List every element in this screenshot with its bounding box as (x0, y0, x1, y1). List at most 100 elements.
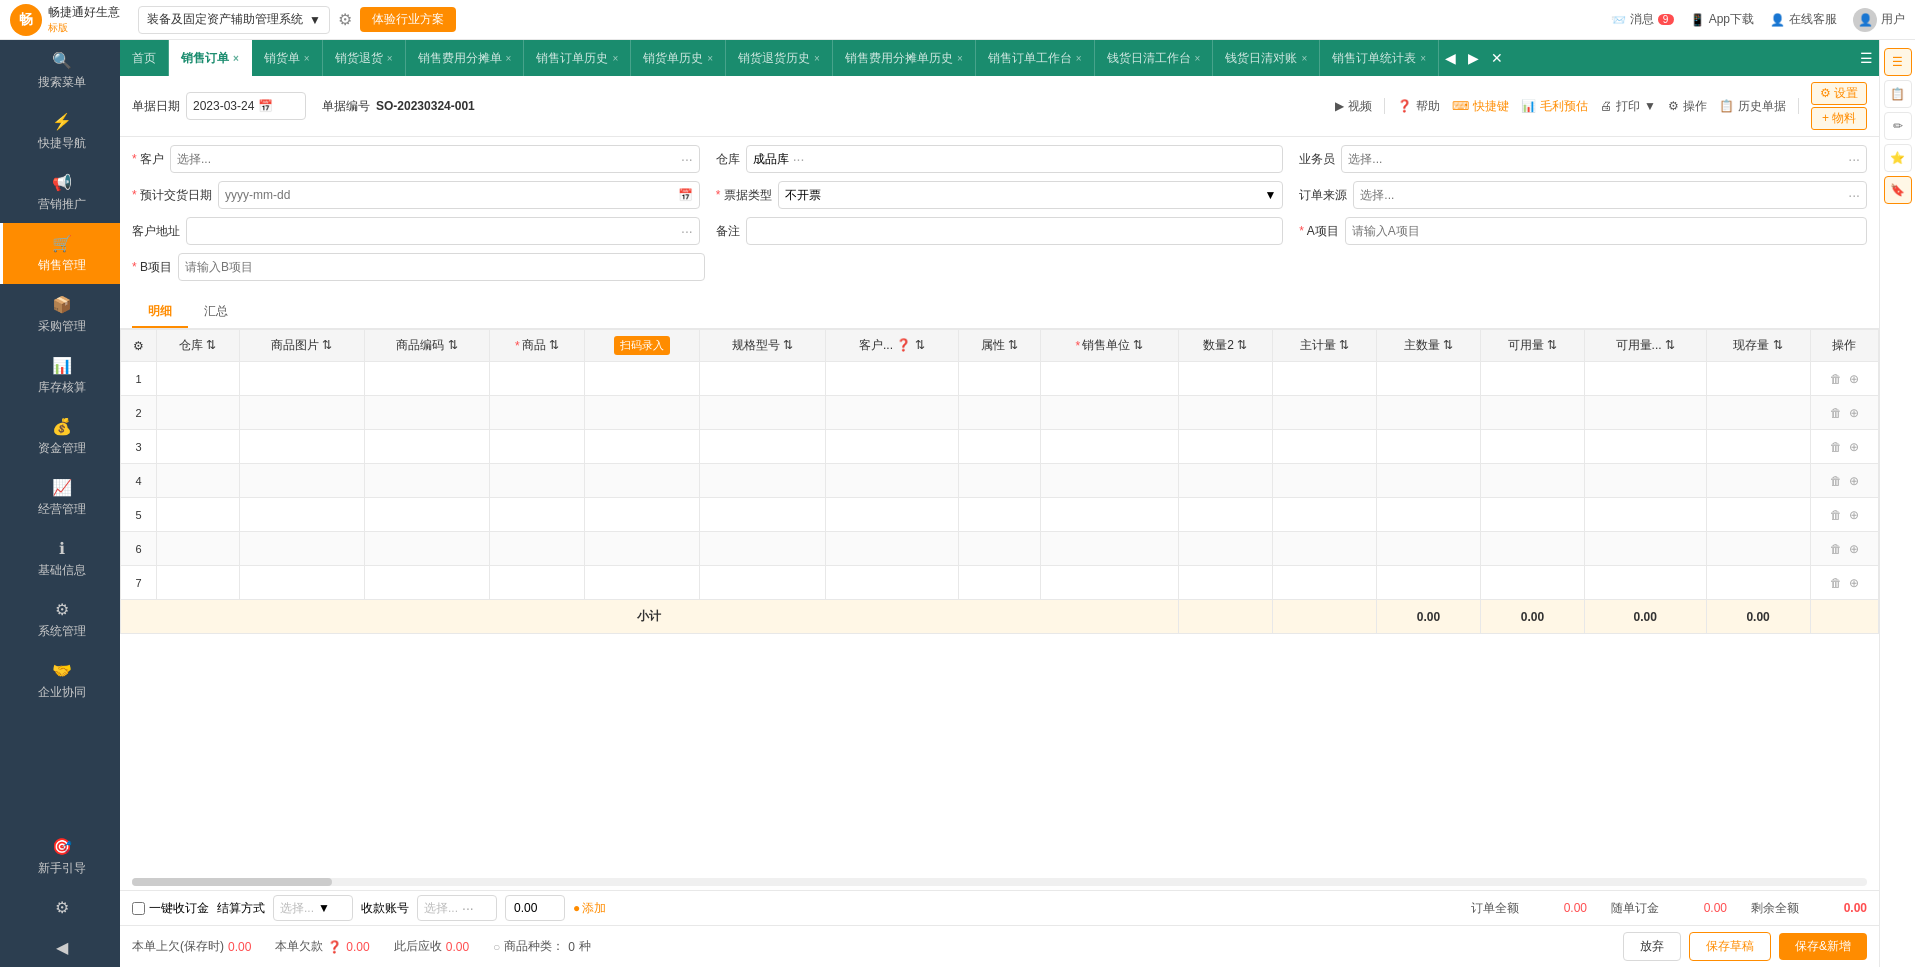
salesperson-input-wrapper[interactable]: ··· (1341, 145, 1867, 173)
table-cell[interactable] (1376, 532, 1480, 566)
close-tab-sales-slip-history[interactable]: × (707, 53, 713, 64)
close-tab-daily-workbench[interactable]: × (1195, 53, 1201, 64)
close-tab-sales-order[interactable]: × (233, 53, 239, 64)
receipt-account-more-icon[interactable]: ··· (462, 900, 474, 916)
table-cell[interactable] (700, 498, 825, 532)
tab-summary[interactable]: 汇总 (188, 297, 244, 328)
table-cell[interactable] (1376, 566, 1480, 600)
table-cell[interactable] (239, 362, 364, 396)
sidebar-item-nav[interactable]: ⚡ 快捷导航 (0, 101, 120, 162)
tab-menu-btn[interactable]: ☰ (1854, 40, 1879, 76)
address-input[interactable] (193, 224, 677, 238)
table-cell[interactable] (239, 430, 364, 464)
row-delete-icon[interactable]: 🗑 (1830, 576, 1842, 590)
table-cell[interactable] (1480, 498, 1584, 532)
table-cell[interactable] (700, 396, 825, 430)
table-cell[interactable] (1376, 498, 1480, 532)
table-cell[interactable] (1041, 430, 1178, 464)
table-cell[interactable] (1706, 464, 1810, 498)
row-copy-icon[interactable]: ⊕ (1849, 508, 1859, 522)
th-product-sort[interactable]: *商品 ⇅ (515, 337, 559, 354)
close-tab-fee-history[interactable]: × (957, 53, 963, 64)
table-cell[interactable] (958, 532, 1041, 566)
table-cell[interactable] (700, 430, 825, 464)
table-cell[interactable] (364, 464, 489, 498)
row-delete-icon[interactable]: 🗑 (1830, 440, 1842, 454)
one-click-checkbox-wrapper[interactable]: 一键收订金 (132, 900, 209, 917)
tab-stats[interactable]: 销售订单统计表 × (1320, 40, 1439, 76)
table-cell[interactable] (364, 430, 489, 464)
sidebar-item-sales[interactable]: 🛒 销售管理 (0, 223, 120, 284)
warehouse-input-wrapper[interactable]: 成品库 ··· (746, 145, 1284, 173)
table-cell[interactable] (1376, 396, 1480, 430)
b-project-input-wrapper[interactable] (178, 253, 705, 281)
order-source-more-icon[interactable]: ··· (1848, 187, 1860, 203)
settings-btn[interactable]: ⚙ 设置 (1811, 82, 1867, 105)
close-tab-stats[interactable]: × (1420, 53, 1426, 64)
th-product-code-sort[interactable]: 商品编码 ⇅ (396, 337, 457, 354)
settlement-select[interactable]: 选择... ▼ (273, 895, 353, 921)
sidebar-item-system[interactable]: ⚙ 系统管理 (0, 589, 120, 650)
tab-prev-btn[interactable]: ◀ (1439, 40, 1462, 76)
close-tab-reconcile[interactable]: × (1301, 53, 1307, 64)
scan-btn[interactable]: 扫码录入 (614, 336, 670, 355)
sidebar-item-collab[interactable]: 🤝 企业协同 (0, 650, 120, 711)
tab-return-history[interactable]: 销货退货历史 × (726, 40, 833, 76)
table-cell[interactable] (1584, 532, 1706, 566)
history-btn[interactable]: 📋 历史单据 (1719, 98, 1786, 115)
table-cell[interactable] (700, 464, 825, 498)
right-panel-btn-5[interactable]: 🔖 (1884, 176, 1912, 204)
order-source-input-wrapper[interactable]: ··· (1353, 181, 1867, 209)
table-cell[interactable] (1178, 430, 1272, 464)
table-cell[interactable] (584, 396, 700, 430)
table-cell[interactable] (584, 430, 700, 464)
notes-input-wrapper[interactable] (746, 217, 1284, 245)
table-cell[interactable] (364, 362, 489, 396)
a-project-input-wrapper[interactable] (1345, 217, 1867, 245)
warehouse-more-icon[interactable]: ··· (793, 151, 805, 167)
sidebar-item-finance[interactable]: 💰 资金管理 (0, 406, 120, 467)
table-cell[interactable] (1584, 464, 1706, 498)
table-cell[interactable] (1273, 396, 1377, 430)
table-cell[interactable] (825, 362, 958, 396)
sidebar-item-inventory[interactable]: 📊 库存核算 (0, 345, 120, 406)
expected-date-input-wrapper[interactable]: 📅 (218, 181, 700, 209)
table-cell[interactable] (1273, 464, 1377, 498)
table-cell[interactable] (1584, 362, 1706, 396)
close-tab-sales-order-history[interactable]: × (612, 53, 618, 64)
row-copy-icon[interactable]: ⊕ (1849, 406, 1859, 420)
table-cell[interactable] (1706, 566, 1810, 600)
table-cell[interactable] (958, 498, 1041, 532)
close-tab-sales-fee[interactable]: × (506, 53, 512, 64)
tab-sales-slip-history[interactable]: 销货单历史 × (631, 40, 726, 76)
save-draft-btn[interactable]: 保存草稿 (1689, 932, 1771, 961)
table-cell[interactable] (364, 532, 489, 566)
row-copy-icon[interactable]: ⊕ (1849, 576, 1859, 590)
row-delete-icon[interactable]: 🗑 (1830, 474, 1842, 488)
table-cell[interactable] (1480, 362, 1584, 396)
scrollbar-thumb[interactable] (132, 878, 332, 886)
sidebar-item-basic-info[interactable]: ℹ 基础信息 (0, 528, 120, 589)
customer-more-icon[interactable]: ··· (681, 151, 693, 167)
table-cell[interactable] (1178, 396, 1272, 430)
table-cell[interactable] (825, 532, 958, 566)
sidebar-item-search[interactable]: 🔍 搜索菜单 (0, 40, 120, 101)
expected-date-input[interactable] (225, 188, 674, 202)
table-cell[interactable] (1041, 396, 1178, 430)
online-service-btn[interactable]: 👤 在线客服 (1770, 11, 1837, 28)
message-btn[interactable]: 📨 消息 9 (1611, 11, 1674, 28)
close-tab-return-history[interactable]: × (814, 53, 820, 64)
profit-btn[interactable]: 📊 毛利预估 (1521, 98, 1588, 115)
add-material-btn[interactable]: + 物料 (1811, 107, 1867, 130)
th-main-unit-sort[interactable]: 主计量 ⇅ (1300, 337, 1349, 354)
table-cell[interactable] (1041, 566, 1178, 600)
tab-sales-order[interactable]: 销售订单 × (169, 40, 252, 76)
table-cell[interactable] (1273, 430, 1377, 464)
table-cell[interactable] (1178, 464, 1272, 498)
row-copy-icon[interactable]: ⊕ (1849, 372, 1859, 386)
a-project-input[interactable] (1352, 224, 1860, 238)
th-qty2-sort[interactable]: 数量2 ⇅ (1203, 337, 1247, 354)
right-panel-btn-3[interactable]: ✏ (1884, 112, 1912, 140)
table-cell[interactable] (700, 362, 825, 396)
table-cell[interactable] (1178, 532, 1272, 566)
